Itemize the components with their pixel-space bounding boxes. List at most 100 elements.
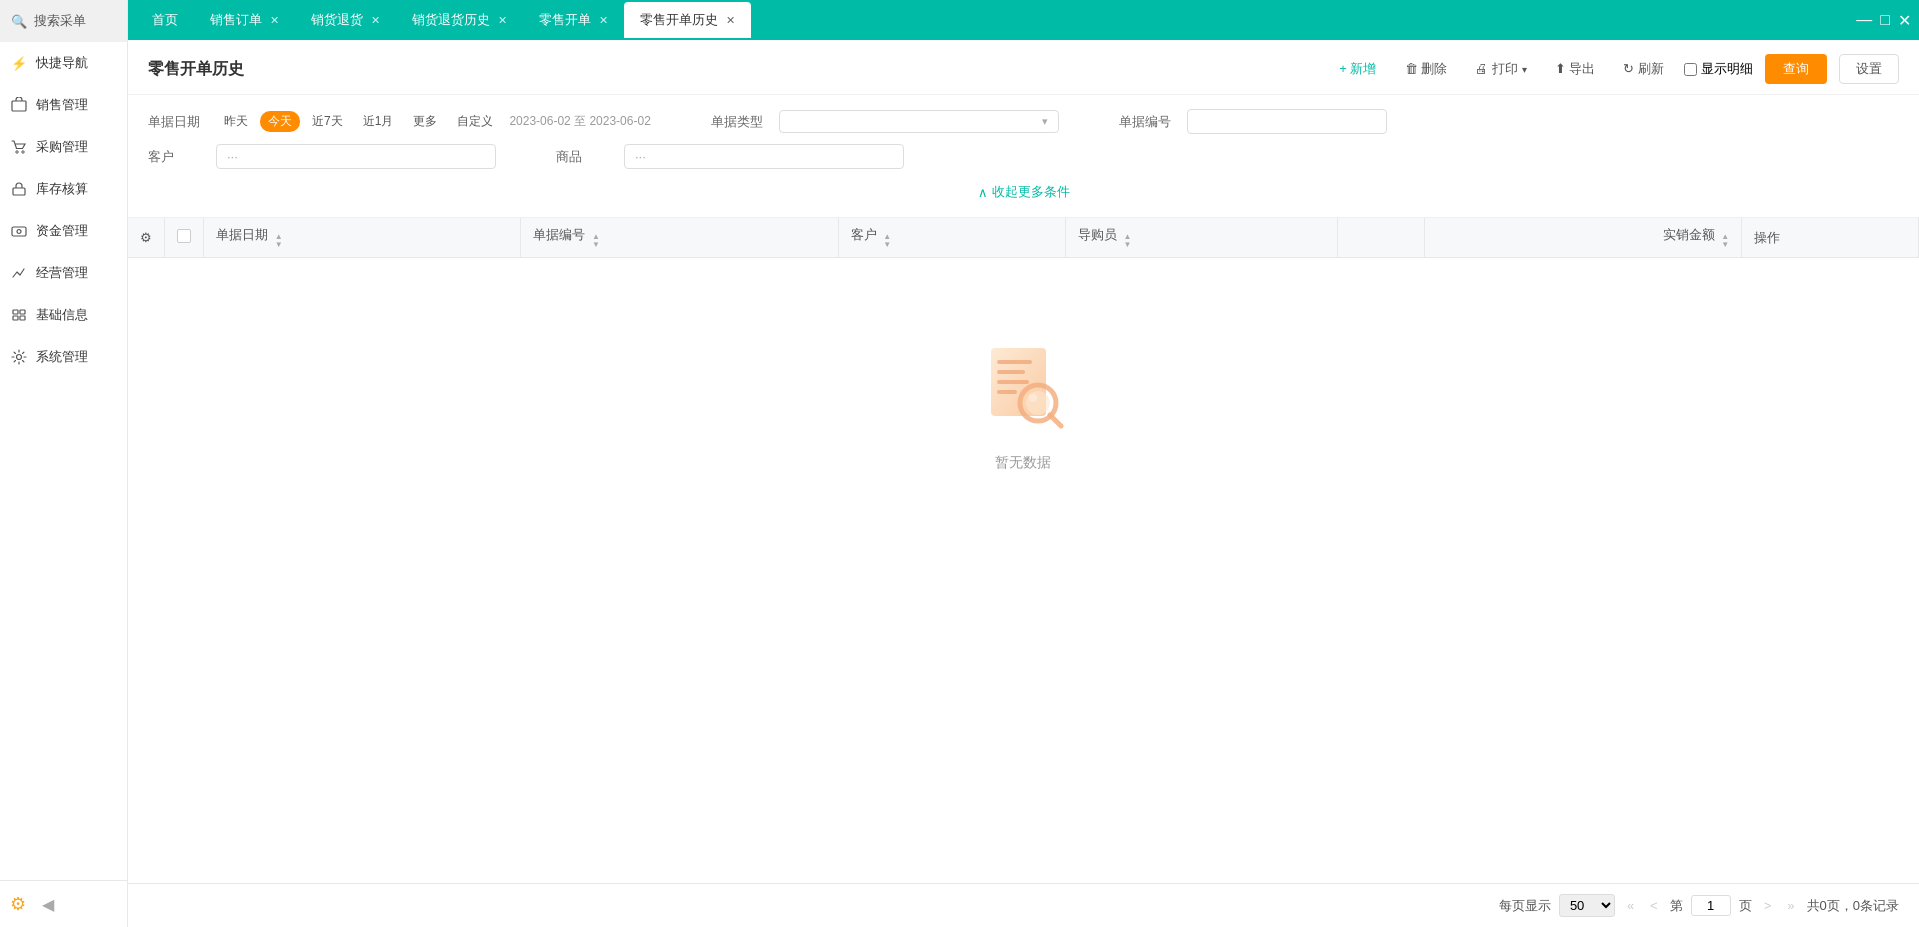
tab-sales-return-label: 销货退货 bbox=[311, 11, 363, 29]
customer-input[interactable]: ··· bbox=[216, 144, 496, 169]
sidebar-search[interactable]: 🔍 搜索采单 bbox=[0, 0, 127, 42]
th-salesperson[interactable]: 导购员 ▲▼ bbox=[1065, 218, 1337, 258]
tab-retail-open-label: 零售开单 bbox=[539, 11, 591, 29]
tab-sales-return-close[interactable]: ✕ bbox=[371, 14, 380, 27]
first-page-btn[interactable]: « bbox=[1623, 896, 1638, 915]
delete-button[interactable]: 🗑 删除 bbox=[1397, 56, 1456, 82]
sidebar-search-label: 搜索采单 bbox=[34, 12, 86, 30]
settings-button[interactable]: 设置 bbox=[1839, 54, 1899, 84]
type-select[interactable]: ▾ bbox=[779, 110, 1059, 133]
date-btn-last7[interactable]: 近7天 bbox=[304, 111, 351, 132]
select-all-checkbox[interactable] bbox=[177, 229, 191, 243]
sidebar-item-label: 资金管理 bbox=[36, 222, 88, 240]
svg-line-18 bbox=[1050, 415, 1061, 426]
svg-point-5 bbox=[17, 230, 21, 234]
number-input[interactable] bbox=[1187, 109, 1387, 134]
window-minimize-btn[interactable]: — bbox=[1856, 11, 1872, 29]
th-operation-label: 操作 bbox=[1754, 230, 1780, 245]
kuaijie-icon: ⚡ bbox=[10, 54, 28, 72]
sidebar-item-jingying[interactable]: 经营管理 bbox=[0, 252, 127, 294]
table-area: ⚙ 单据日期 ▲▼ 单据编号 ▲▼ bbox=[128, 218, 1919, 883]
th-customer[interactable]: 客户 ▲▼ bbox=[838, 218, 1065, 258]
print-button[interactable]: 🖨 打印 ▾ bbox=[1467, 56, 1535, 82]
last-page-btn[interactable]: » bbox=[1783, 896, 1798, 915]
display-detail-checkbox[interactable] bbox=[1684, 63, 1697, 76]
th-settings[interactable]: ⚙ bbox=[128, 218, 165, 258]
toolbar: + 新增 🗑 删除 🖨 打印 ▾ ⬆ 导出 ↻ 刷新 显示明细 查询 设置 bbox=[1331, 54, 1899, 84]
collapse-button[interactable]: ∧ 收起更多条件 bbox=[978, 183, 1070, 201]
date-btn-last-month[interactable]: 近1月 bbox=[355, 111, 402, 132]
sidebar-item-jichu[interactable]: 基础信息 bbox=[0, 294, 127, 336]
th-date[interactable]: 单据日期 ▲▼ bbox=[204, 218, 521, 258]
tab-sales-return-history-label: 销货退货历史 bbox=[412, 11, 490, 29]
th-checkbox[interactable] bbox=[165, 218, 204, 258]
svg-point-10 bbox=[17, 355, 22, 360]
tab-sales-return[interactable]: 销货退货 ✕ bbox=[295, 2, 396, 38]
settings-bottom-icon[interactable]: ⚙ bbox=[10, 893, 26, 915]
svg-rect-4 bbox=[12, 227, 26, 236]
date-btn-more[interactable]: 更多 bbox=[405, 111, 445, 132]
total-info: 共0页，0条记录 bbox=[1807, 897, 1899, 915]
filter-area: 单据日期 昨天 今天 近7天 近1月 更多 自定义 2023-06-02 至 2… bbox=[128, 95, 1919, 218]
tab-home-label: 首页 bbox=[152, 11, 178, 29]
zijin-icon bbox=[10, 222, 28, 240]
sidebar-item-caigou[interactable]: 采购管理 bbox=[0, 126, 127, 168]
window-maximize-btn[interactable]: □ bbox=[1880, 11, 1890, 29]
goods-input[interactable]: ··· bbox=[624, 144, 904, 169]
data-table: ⚙ 单据日期 ▲▼ 单据编号 ▲▼ bbox=[128, 218, 1919, 532]
jingying-icon bbox=[10, 264, 28, 282]
tab-sales-return-history-close[interactable]: ✕ bbox=[498, 14, 507, 27]
per-page-select[interactable]: 50 10 20 100 bbox=[1559, 894, 1615, 917]
sidebar-item-label: 快捷导航 bbox=[36, 54, 88, 72]
sidebar-item-xiaoshou[interactable]: 销售管理 bbox=[0, 84, 127, 126]
svg-rect-15 bbox=[997, 390, 1017, 394]
sidebar: 🔍 搜索采单 ⚡ 快捷导航 销售管理 采购管理 库存核算 资金管理 经营管理 bbox=[0, 0, 128, 927]
table-settings-icon[interactable]: ⚙ bbox=[140, 230, 152, 245]
empty-state: 暂无数据 bbox=[128, 258, 1919, 532]
number-filter-label: 单据编号 bbox=[1119, 113, 1179, 131]
tab-sales-return-history[interactable]: 销货退货历史 ✕ bbox=[396, 2, 523, 38]
th-amount[interactable]: 实销金额 ▲▼ bbox=[1424, 218, 1741, 258]
customer-filter-group: 客户 ··· bbox=[148, 144, 496, 169]
display-detail-label[interactable]: 显示明细 bbox=[1684, 60, 1753, 78]
sidebar-item-xitong[interactable]: 系统管理 bbox=[0, 336, 127, 378]
sidebar-item-label: 库存核算 bbox=[36, 180, 88, 198]
refresh-button[interactable]: ↻ 刷新 bbox=[1615, 56, 1672, 82]
type-filter-group: 单据类型 ▾ bbox=[711, 110, 1059, 133]
add-button[interactable]: + 新增 bbox=[1331, 56, 1384, 82]
th-customer-sort: ▲▼ bbox=[883, 233, 891, 249]
collapse-label: 收起更多条件 bbox=[992, 183, 1070, 201]
prev-page-btn[interactable]: < bbox=[1646, 896, 1662, 915]
date-btn-custom[interactable]: 自定义 bbox=[449, 111, 501, 132]
current-page-input[interactable] bbox=[1691, 895, 1731, 916]
tab-home[interactable]: 首页 bbox=[136, 2, 194, 38]
tab-retail-open-history-close[interactable]: ✕ bbox=[726, 14, 735, 27]
print-label: 🖨 打印 bbox=[1475, 60, 1518, 78]
next-page-btn[interactable]: > bbox=[1760, 896, 1776, 915]
query-button[interactable]: 查询 bbox=[1765, 54, 1827, 84]
sidebar-item-zijin[interactable]: 资金管理 bbox=[0, 210, 127, 252]
date-btn-yesterday[interactable]: 昨天 bbox=[216, 111, 256, 132]
th-spacer bbox=[1338, 218, 1425, 258]
date-filter-group: 单据日期 昨天 今天 近7天 近1月 更多 自定义 2023-06-02 至 2… bbox=[148, 111, 651, 132]
tab-sales-order-close[interactable]: ✕ bbox=[270, 14, 279, 27]
sidebar-item-kucun[interactable]: 库存核算 bbox=[0, 168, 127, 210]
tab-retail-open-close[interactable]: ✕ bbox=[599, 14, 608, 27]
tab-retail-open[interactable]: 零售开单 ✕ bbox=[523, 2, 624, 38]
print-chevron-icon: ▾ bbox=[1522, 64, 1527, 75]
sidebar-item-kuaijie[interactable]: ⚡ 快捷导航 bbox=[0, 42, 127, 84]
svg-rect-12 bbox=[997, 360, 1032, 364]
svg-point-17 bbox=[1026, 391, 1050, 415]
collapse-sidebar-icon[interactable]: ◀ bbox=[42, 895, 54, 914]
th-number[interactable]: 单据编号 ▲▼ bbox=[521, 218, 838, 258]
export-button[interactable]: ⬆ 导出 bbox=[1547, 56, 1604, 82]
window-close-btn[interactable]: ✕ bbox=[1898, 11, 1911, 30]
th-number-sort: ▲▼ bbox=[592, 233, 600, 249]
date-btn-today[interactable]: 今天 bbox=[260, 111, 300, 132]
svg-rect-0 bbox=[12, 101, 26, 111]
table-header-row: ⚙ 单据日期 ▲▼ 单据编号 ▲▼ bbox=[128, 218, 1919, 258]
tab-bar-right: — □ ✕ bbox=[1856, 11, 1911, 30]
search-icon: 🔍 bbox=[10, 12, 28, 30]
tab-retail-open-history[interactable]: 零售开单历史 ✕ bbox=[624, 2, 751, 38]
tab-sales-order[interactable]: 销售订单 ✕ bbox=[194, 2, 295, 38]
